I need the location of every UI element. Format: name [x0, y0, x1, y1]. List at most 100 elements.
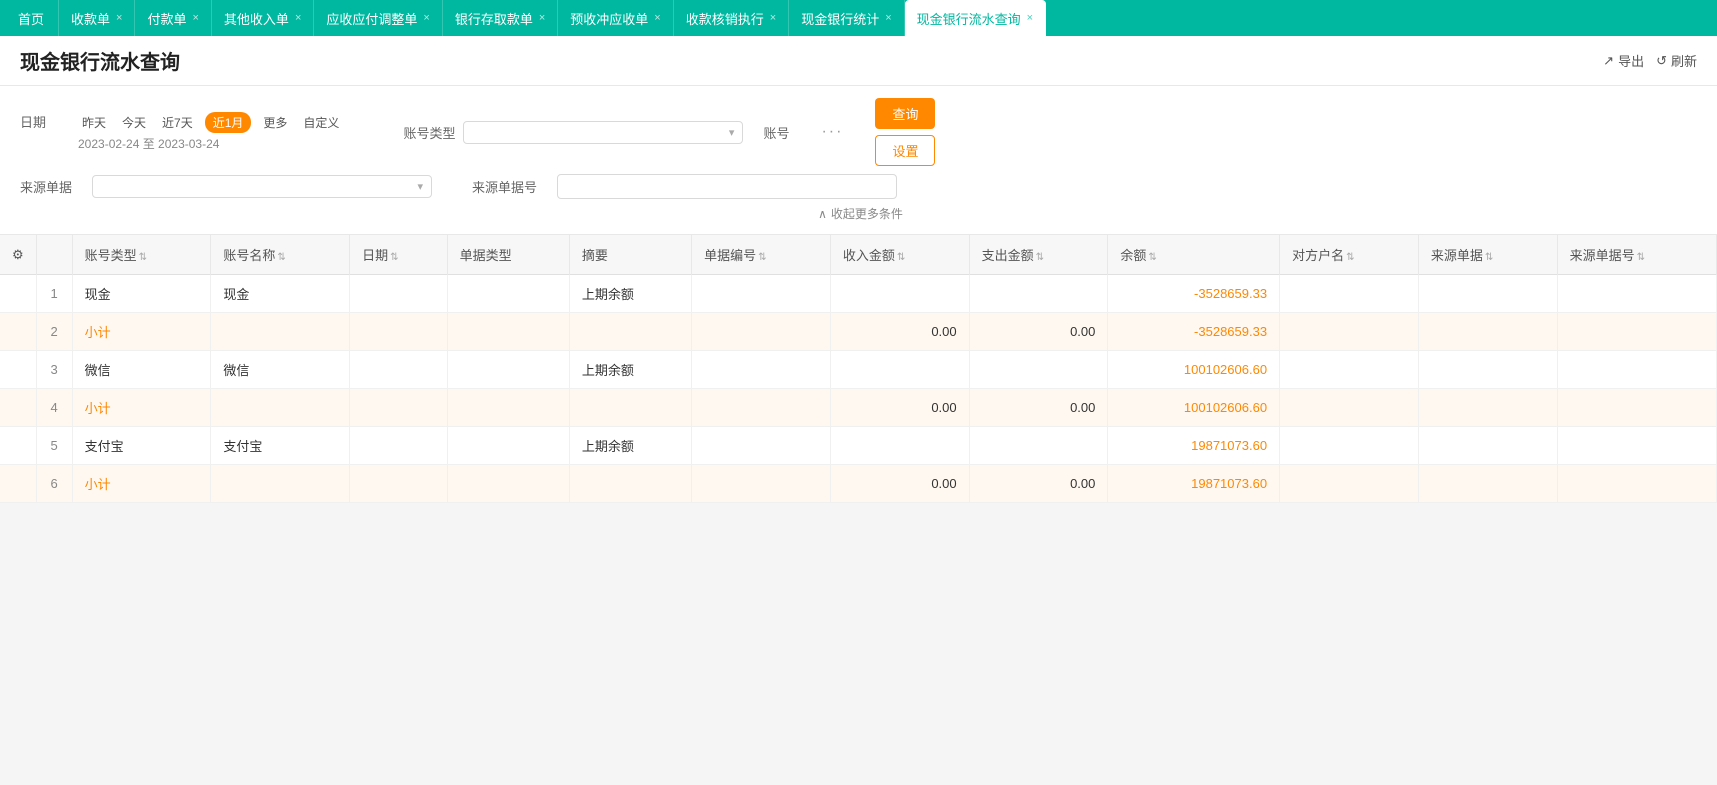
cell-date	[350, 351, 447, 389]
collapse-icon: ∧	[818, 207, 827, 221]
cell-source_doc_no	[1557, 465, 1716, 503]
account-type-select[interactable]: ▾	[463, 121, 743, 144]
col-header-balance[interactable]: 余额⇅	[1108, 235, 1280, 275]
cell-account_name: 支付宝	[211, 427, 350, 465]
chevron-down-icon2: ▾	[417, 180, 423, 193]
cell-source_doc_no	[1557, 351, 1716, 389]
cell-source_doc	[1418, 465, 1557, 503]
date-shortcut-4[interactable]: 更多	[259, 112, 291, 133]
cell-settings	[0, 427, 36, 465]
source-doc-label: 来源单据	[20, 177, 72, 196]
cell-summary	[569, 389, 691, 427]
source-doc-no-input[interactable]	[557, 174, 897, 199]
date-shortcut-5[interactable]: 自定义	[299, 112, 343, 133]
table-row: 5支付宝支付宝上期余额19871073.60	[0, 427, 1717, 465]
date-shortcut-0[interactable]: 昨天	[78, 112, 110, 133]
table-row: 4小计0.000.00100102606.60	[0, 389, 1717, 427]
sort-icon-source_doc_no: ⇅	[1637, 252, 1645, 263]
date-shortcut-1[interactable]: 今天	[118, 112, 150, 133]
col-header-source_doc[interactable]: 来源单据⇅	[1418, 235, 1557, 275]
nav-tab-8[interactable]: 现金银行流水查询×	[905, 0, 1046, 36]
cell-doc_type	[447, 389, 569, 427]
cell-account_type: 支付宝	[72, 427, 211, 465]
filter-area: 日期 昨天今天近7天近1月更多自定义 2023-02-24 至 2023-03-…	[0, 86, 1717, 235]
nav-home[interactable]: 首页	[4, 0, 59, 36]
cell-balance: -3528659.33	[1108, 313, 1280, 351]
col-header-expense[interactable]: 支出金额⇅	[969, 235, 1108, 275]
table-row: 3微信微信上期余额100102606.60	[0, 351, 1717, 389]
cell-summary: 上期余额	[569, 351, 691, 389]
col-header-income[interactable]: 收入金额⇅	[830, 235, 969, 275]
close-tab-icon-7[interactable]: ×	[885, 12, 891, 24]
col-header-account_name[interactable]: 账号名称⇅	[211, 235, 350, 275]
cell-income: 0.00	[830, 313, 969, 351]
cell-account_type: 小计	[72, 465, 211, 503]
header-actions: ↗ 导出 ↺ 刷新	[1603, 51, 1697, 70]
refresh-icon: ↺	[1656, 53, 1667, 69]
close-tab-icon-1[interactable]: ×	[192, 12, 198, 24]
cell-balance: 19871073.60	[1108, 465, 1280, 503]
sort-icon-doc_no: ⇅	[758, 252, 766, 263]
cell-date	[350, 465, 447, 503]
close-tab-icon-6[interactable]: ×	[770, 12, 776, 24]
col-header-source_doc_no[interactable]: 来源单据号⇅	[1557, 235, 1716, 275]
cell-source_doc_no	[1557, 275, 1716, 313]
refresh-button[interactable]: ↺ 刷新	[1656, 51, 1697, 70]
nav-tab-2[interactable]: 其他收入单×	[212, 0, 314, 36]
cell-num: 3	[36, 351, 72, 389]
page-title: 现金银行流水查询	[20, 46, 180, 75]
col-header-account_type[interactable]: 账号类型⇅	[72, 235, 211, 275]
cell-source_doc	[1418, 313, 1557, 351]
action-buttons: 查询 设置	[875, 98, 935, 166]
table-container: ⚙账号类型⇅账号名称⇅日期⇅单据类型摘要单据编号⇅收入金额⇅支出金额⇅余额⇅对方…	[0, 235, 1717, 503]
close-tab-icon-4[interactable]: ×	[539, 12, 545, 24]
cell-summary	[569, 313, 691, 351]
nav-tab-5[interactable]: 预收冲应收单×	[558, 0, 673, 36]
chevron-down-icon: ▾	[729, 126, 735, 139]
export-button[interactable]: ↗ 导出	[1603, 51, 1644, 70]
table-row: 2小计0.000.00-3528659.33	[0, 313, 1717, 351]
cell-counterparty	[1280, 275, 1419, 313]
cell-doc_no	[692, 465, 831, 503]
close-tab-icon-3[interactable]: ×	[423, 12, 429, 24]
nav-tab-4[interactable]: 银行存取款单×	[443, 0, 558, 36]
nav-tab-3[interactable]: 应收应付调整单×	[314, 0, 442, 36]
collapse-bar[interactable]: ∧ 收起更多条件	[20, 199, 1697, 222]
date-filter-section: 日期 昨天今天近7天近1月更多自定义 2023-02-24 至 2023-03-…	[20, 112, 343, 152]
filter-row-2: 来源单据 ▾ 来源单据号	[20, 174, 1697, 199]
cell-account_name	[211, 389, 350, 427]
close-tab-icon-8[interactable]: ×	[1027, 12, 1033, 24]
settings-button[interactable]: 设置	[875, 135, 935, 166]
dots-icon[interactable]: ···	[821, 123, 843, 141]
close-tab-icon-0[interactable]: ×	[116, 12, 122, 24]
col-header-doc_no[interactable]: 单据编号⇅	[692, 235, 831, 275]
filter-row-1: 日期 昨天今天近7天近1月更多自定义 2023-02-24 至 2023-03-…	[20, 98, 1697, 166]
gear-icon[interactable]: ⚙	[12, 247, 24, 262]
cell-num: 2	[36, 313, 72, 351]
cell-counterparty	[1280, 427, 1419, 465]
cell-settings	[0, 389, 36, 427]
date-shortcut-3[interactable]: 近1月	[205, 112, 252, 133]
cell-date	[350, 313, 447, 351]
query-button[interactable]: 查询	[875, 98, 935, 129]
date-shortcut-2[interactable]: 近7天	[158, 112, 197, 133]
cell-account_name	[211, 313, 350, 351]
nav-tab-7[interactable]: 现金银行统计×	[789, 0, 904, 36]
cell-account_name: 现金	[211, 275, 350, 313]
close-tab-icon-5[interactable]: ×	[654, 12, 660, 24]
close-tab-icon-2[interactable]: ×	[295, 12, 301, 24]
sort-icon-account_type: ⇅	[139, 252, 147, 263]
source-doc-select[interactable]: ▾	[92, 175, 432, 198]
nav-tab-6[interactable]: 收款核销执行×	[674, 0, 789, 36]
cell-source_doc_no	[1557, 427, 1716, 465]
cell-doc_no	[692, 351, 831, 389]
col-header-counterparty[interactable]: 对方户名⇅	[1280, 235, 1419, 275]
sort-icon-source_doc: ⇅	[1485, 252, 1493, 263]
cell-doc_type	[447, 275, 569, 313]
nav-tab-0[interactable]: 收款单×	[59, 0, 135, 36]
col-header-date[interactable]: 日期⇅	[350, 235, 447, 275]
top-nav: 首页 收款单×付款单×其他收入单×应收应付调整单×银行存取款单×预收冲应收单×收…	[0, 0, 1717, 36]
cell-date	[350, 389, 447, 427]
nav-tab-1[interactable]: 付款单×	[135, 0, 211, 36]
date-label: 日期	[20, 112, 70, 131]
